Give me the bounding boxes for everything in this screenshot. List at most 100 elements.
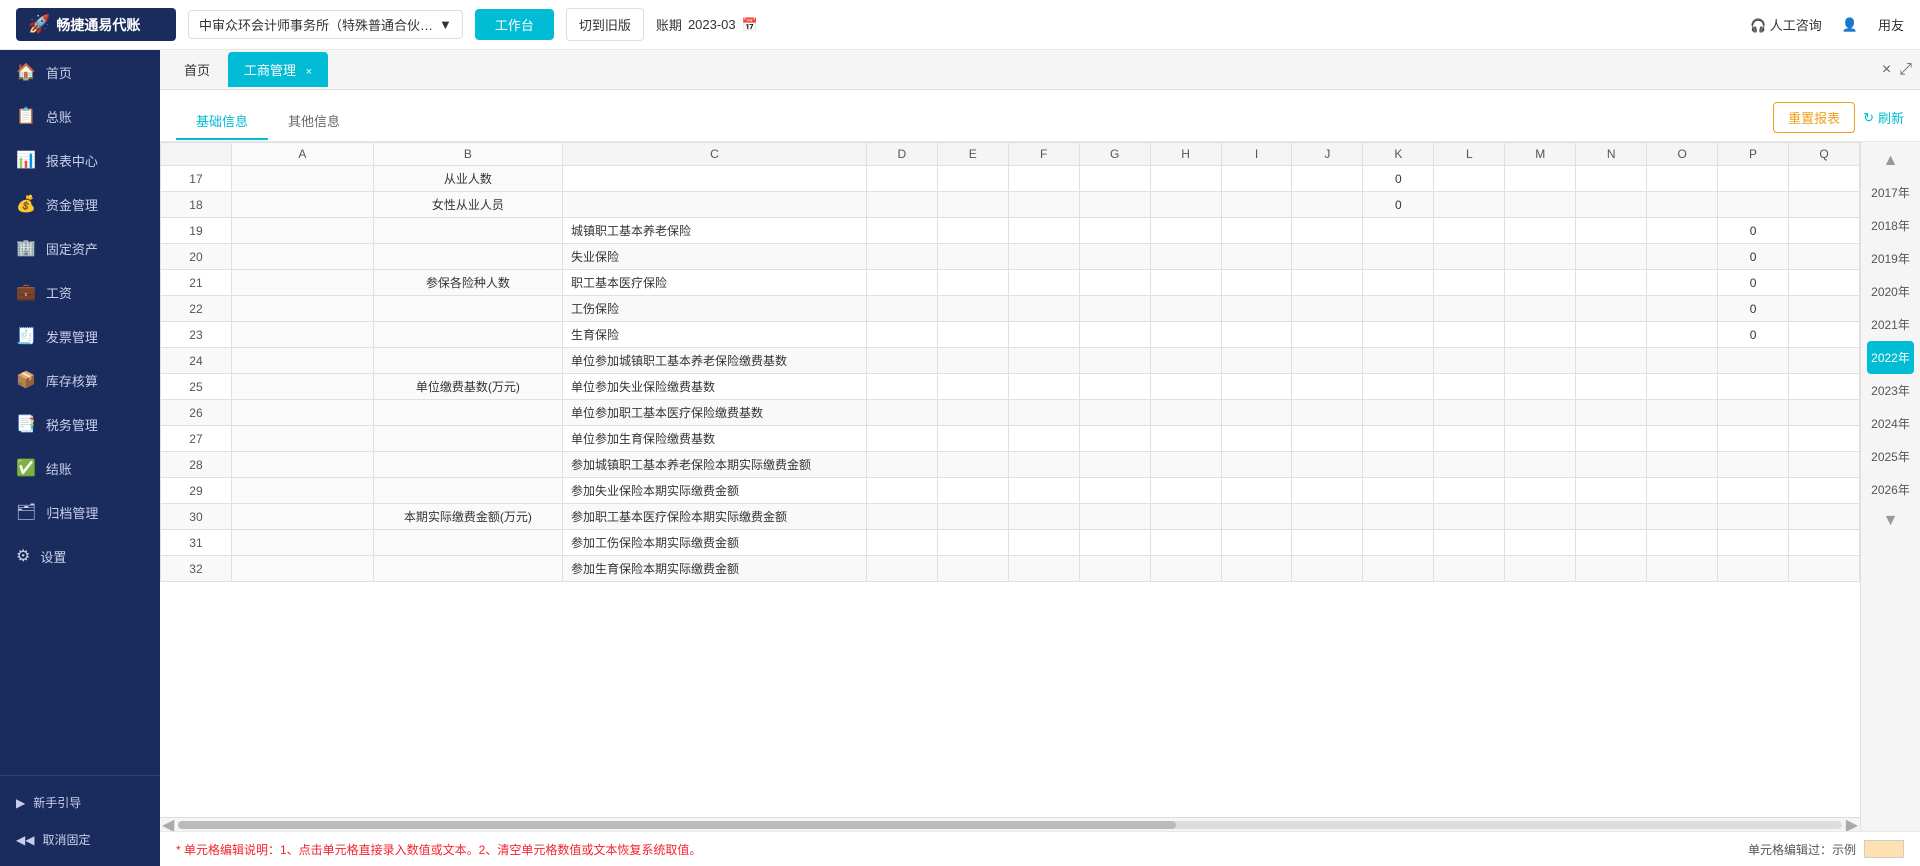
cell-data[interactable]	[1079, 504, 1150, 530]
year-item-2026[interactable]: 2026年	[1867, 473, 1914, 506]
cell-a[interactable]	[231, 426, 373, 452]
cell-data[interactable]	[1150, 400, 1221, 426]
cell-data[interactable]	[1221, 504, 1292, 530]
cell-c[interactable]: 单位参加职工基本医疗保险缴费基数	[562, 400, 866, 426]
cell-data[interactable]	[1576, 374, 1647, 400]
cell-q[interactable]	[1789, 218, 1860, 244]
cell-data[interactable]	[1505, 530, 1576, 556]
cell-data[interactable]	[1079, 400, 1150, 426]
cell-data[interactable]	[1008, 530, 1079, 556]
cell-b[interactable]	[373, 322, 562, 348]
cell-p[interactable]: 0	[1718, 218, 1789, 244]
cell-data[interactable]	[1647, 296, 1718, 322]
cell-b[interactable]	[373, 478, 562, 504]
cell-q[interactable]	[1789, 400, 1860, 426]
cell-data[interactable]	[1079, 218, 1150, 244]
cell-data[interactable]	[1292, 400, 1363, 426]
cell-data[interactable]	[937, 504, 1008, 530]
cell-data[interactable]	[1292, 556, 1363, 582]
table-row[interactable]: 22工伤保险0	[161, 296, 1860, 322]
cell-data[interactable]	[866, 218, 937, 244]
cell-data[interactable]	[1221, 374, 1292, 400]
cell-b[interactable]	[373, 426, 562, 452]
cell-data[interactable]	[1434, 530, 1505, 556]
cell-data[interactable]	[1150, 452, 1221, 478]
cell-data[interactable]	[1576, 270, 1647, 296]
cell-c[interactable]: 参加职工基本医疗保险本期实际缴费金额	[562, 504, 866, 530]
cell-a[interactable]	[231, 218, 373, 244]
cell-data[interactable]	[1576, 166, 1647, 192]
cell-data[interactable]	[1079, 556, 1150, 582]
sidebar-item-tax[interactable]: 📑 税务管理	[0, 402, 160, 446]
cell-data[interactable]	[1008, 504, 1079, 530]
cell-p[interactable]	[1718, 556, 1789, 582]
cell-a[interactable]	[231, 504, 373, 530]
cell-a[interactable]	[231, 348, 373, 374]
cell-p[interactable]	[1718, 400, 1789, 426]
cell-data[interactable]	[937, 348, 1008, 374]
cell-data[interactable]	[1505, 452, 1576, 478]
cell-b[interactable]	[373, 348, 562, 374]
expand-tab-button[interactable]: ⤢	[1899, 61, 1912, 79]
cell-data[interactable]	[1647, 426, 1718, 452]
cell-data[interactable]	[1150, 348, 1221, 374]
cell-data[interactable]	[1079, 452, 1150, 478]
cell-data[interactable]	[1150, 478, 1221, 504]
cell-data[interactable]	[1008, 426, 1079, 452]
cell-data[interactable]	[937, 426, 1008, 452]
cell-a[interactable]	[231, 166, 373, 192]
year-item-2022[interactable]: 2022年	[1867, 341, 1914, 374]
tab-home[interactable]: 首页	[168, 52, 226, 87]
cell-data[interactable]	[937, 192, 1008, 218]
cell-data[interactable]	[1292, 374, 1363, 400]
cell-data[interactable]	[866, 556, 937, 582]
cell-data[interactable]	[1079, 530, 1150, 556]
calendar-icon[interactable]: 📅	[742, 17, 758, 33]
cell-k[interactable]: 0	[1363, 192, 1434, 218]
cell-data[interactable]	[1150, 322, 1221, 348]
cell-data[interactable]	[1434, 478, 1505, 504]
cell-data[interactable]	[866, 452, 937, 478]
cell-data[interactable]	[1647, 530, 1718, 556]
cell-data[interactable]	[1292, 322, 1363, 348]
cell-data[interactable]	[1434, 322, 1505, 348]
cell-data[interactable]	[1221, 530, 1292, 556]
table-row[interactable]: 25单位缴费基数(万元)单位参加失业保险缴费基数	[161, 374, 1860, 400]
cell-a[interactable]	[231, 296, 373, 322]
table-row[interactable]: 31参加工伤保险本期实际缴费金额	[161, 530, 1860, 556]
cell-data[interactable]	[866, 530, 937, 556]
cell-data[interactable]	[1079, 374, 1150, 400]
cell-data[interactable]	[1505, 556, 1576, 582]
cell-data[interactable]	[1576, 452, 1647, 478]
cell-data[interactable]	[1008, 296, 1079, 322]
cell-b[interactable]: 从业人数	[373, 166, 562, 192]
cell-data[interactable]	[1434, 556, 1505, 582]
cell-data[interactable]	[1647, 374, 1718, 400]
table-row[interactable]: 24单位参加城镇职工基本养老保险缴费基数	[161, 348, 1860, 374]
cell-q[interactable]	[1789, 504, 1860, 530]
cell-b[interactable]	[373, 296, 562, 322]
sidebar-item-guide[interactable]: ▶ 新手引导	[0, 784, 160, 821]
cell-a[interactable]	[231, 244, 373, 270]
cell-a[interactable]	[231, 452, 373, 478]
cell-data[interactable]	[1647, 400, 1718, 426]
cell-b[interactable]	[373, 244, 562, 270]
cell-p[interactable]: 0	[1718, 322, 1789, 348]
table-row[interactable]: 27单位参加生育保险缴费基数	[161, 426, 1860, 452]
table-row[interactable]: 21参保各险种人数职工基本医疗保险0	[161, 270, 1860, 296]
cell-data[interactable]	[866, 270, 937, 296]
cell-data[interactable]	[937, 478, 1008, 504]
cell-data[interactable]	[937, 374, 1008, 400]
cell-data[interactable]	[1434, 218, 1505, 244]
cell-data[interactable]	[866, 192, 937, 218]
table-row[interactable]: 32参加生育保险本期实际缴费金额	[161, 556, 1860, 582]
cell-c[interactable]: 单位参加城镇职工基本养老保险缴费基数	[562, 348, 866, 374]
cell-data[interactable]	[1008, 322, 1079, 348]
year-item-2020[interactable]: 2020年	[1867, 275, 1914, 308]
cell-data[interactable]	[1505, 270, 1576, 296]
cell-k[interactable]	[1363, 426, 1434, 452]
cell-q[interactable]	[1789, 296, 1860, 322]
table-row[interactable]: 26单位参加职工基本医疗保险缴费基数	[161, 400, 1860, 426]
cell-data[interactable]	[1647, 504, 1718, 530]
cell-data[interactable]	[1292, 192, 1363, 218]
